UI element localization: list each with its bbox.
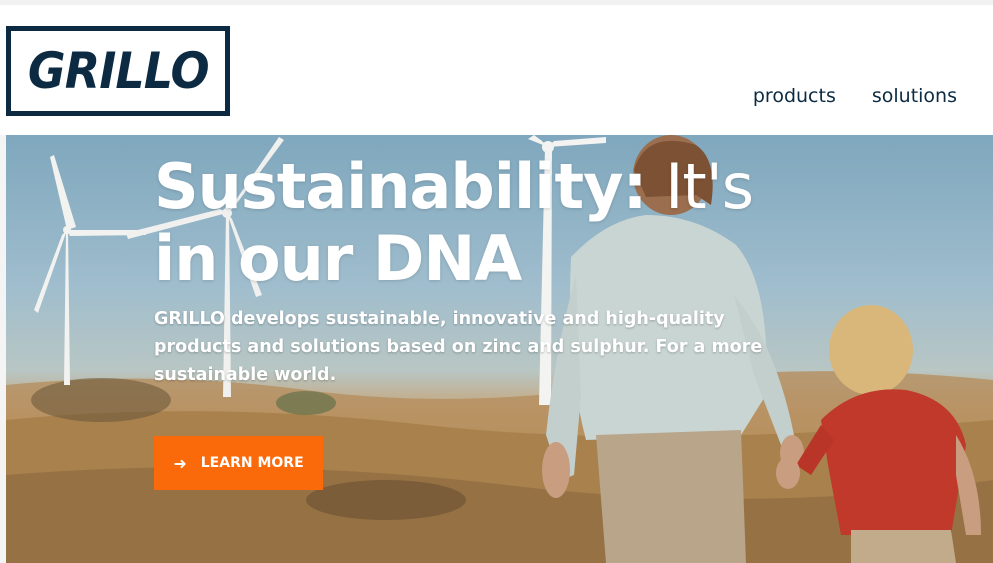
main-nav: products solutions: [753, 85, 957, 107]
learn-more-button[interactable]: ➜ LEARN MORE: [154, 436, 323, 490]
hero-title-light: It's: [646, 150, 754, 223]
hero-banner: Sustainability: It's in our DNA GRILLO d…: [6, 135, 993, 563]
hero-title-bold: Sustainability:: [154, 150, 647, 223]
learn-more-label: LEARN MORE: [200, 455, 304, 471]
logo-text: GRILLO: [27, 42, 210, 100]
wind-turbine: [34, 155, 146, 385]
hero-title: Sustainability: It's in our DNA: [154, 150, 754, 295]
site-header: GRILLO products solutions: [0, 5, 993, 135]
grillo-logo[interactable]: GRILLO: [6, 26, 230, 116]
hero-description: GRILLO develops sustainable, innovative …: [154, 309, 763, 385]
nav-item-solutions[interactable]: solutions: [872, 85, 957, 107]
hero-title-line2: in our DNA: [154, 222, 522, 295]
arrow-right-icon: ➜: [173, 453, 187, 473]
nav-item-products[interactable]: products: [753, 85, 836, 107]
